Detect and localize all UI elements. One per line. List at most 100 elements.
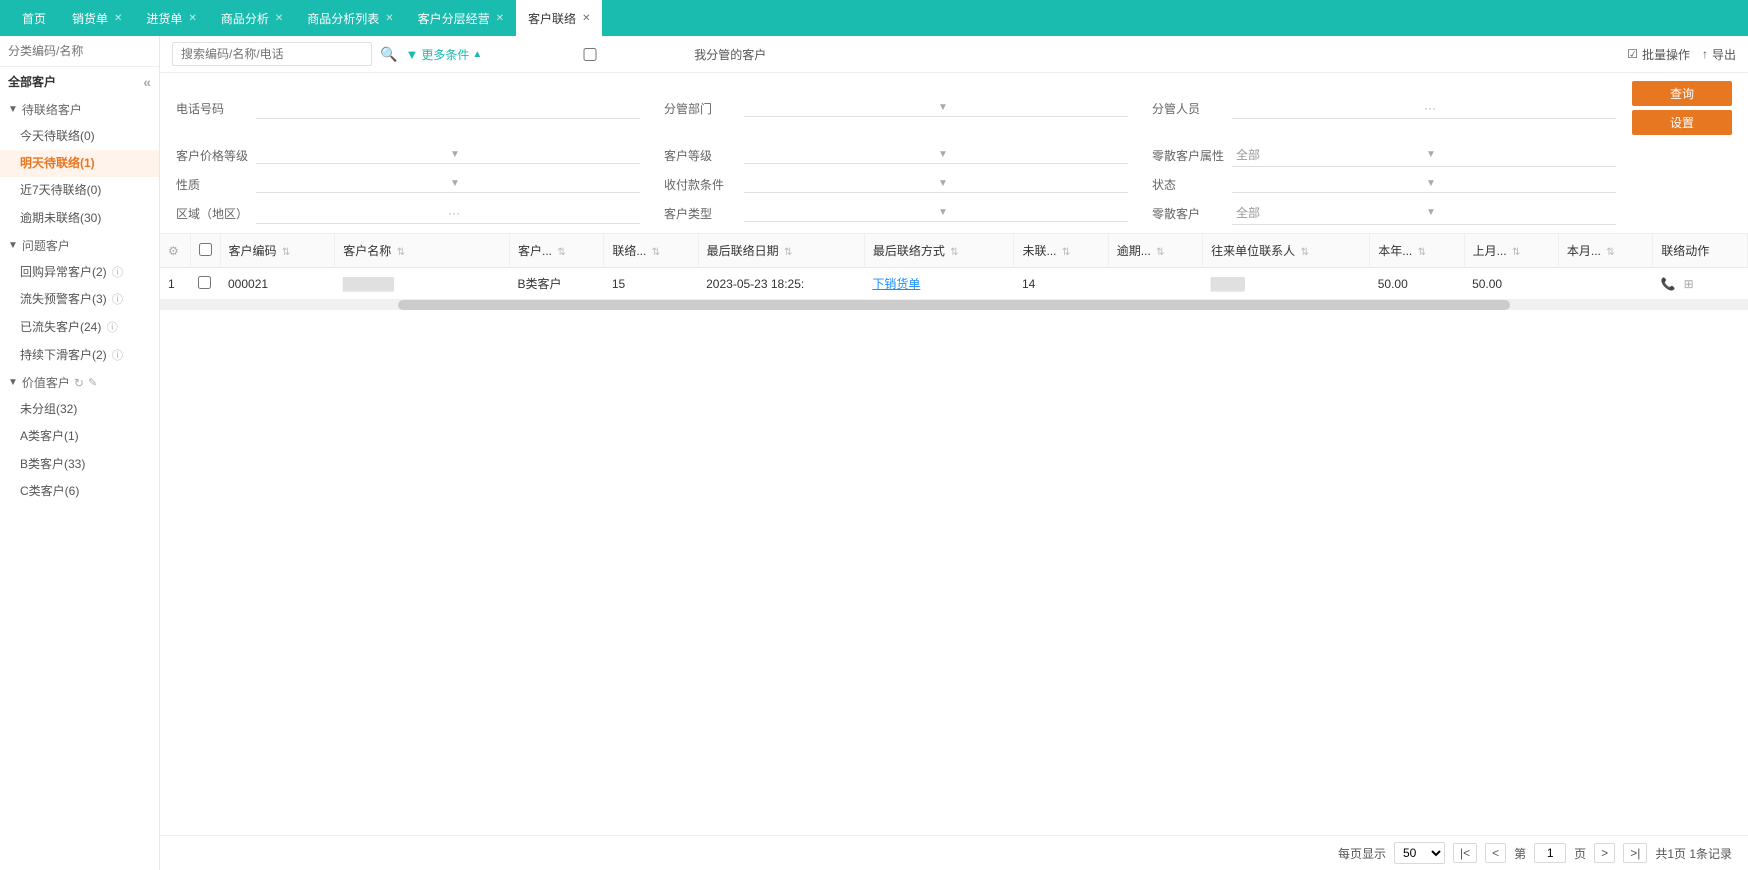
filter-payment-terms-select[interactable]: ▼ <box>744 175 1128 193</box>
col-this-year[interactable]: 本年... ⇅ <box>1370 234 1464 268</box>
col-uncontacted[interactable]: 未联... ⇅ <box>1014 234 1108 268</box>
filter-region-label: 区域（地区） <box>176 205 256 222</box>
close-icon[interactable]: ✕ <box>275 13 283 24</box>
per-page-label: 每页显示 <box>1338 845 1386 862</box>
sidebar-item-class-b[interactable]: B类客户(33) <box>0 451 159 478</box>
edit-icon[interactable]: ✎ <box>88 376 97 389</box>
group-pending-contact[interactable]: ▼ 待联络客户 <box>0 96 159 123</box>
filter-nature-select[interactable]: ▼ <box>256 175 640 193</box>
col-this-month[interactable]: 本月... ⇅ <box>1558 234 1652 268</box>
nav-customer-tier[interactable]: 客户分层经营 ✕ <box>406 0 516 36</box>
sidebar-item-overdue-contact[interactable]: 逾期未联络(30) <box>0 205 159 232</box>
filter-retail-customer-select[interactable]: 全部 ▼ <box>1232 201 1616 225</box>
cell-contact-person: ████ <box>1203 268 1370 300</box>
group-problem-customers[interactable]: ▼ 问题客户 <box>0 232 159 259</box>
chevron-down-icon: ▼ <box>450 149 636 160</box>
filter-icon: ▼ <box>405 47 418 62</box>
select-all-checkbox[interactable] <box>199 243 212 256</box>
col-contact-count[interactable]: 联络... ⇅ <box>604 234 698 268</box>
more-icon[interactable]: ··· <box>1424 101 1612 115</box>
filter-manager-select[interactable]: ··· <box>1232 98 1616 119</box>
close-icon[interactable]: ✕ <box>114 13 122 24</box>
cell-checkbox <box>190 268 220 300</box>
page-prev-button[interactable]: < <box>1485 843 1506 863</box>
sidebar-item-churned[interactable]: 已流失客户(24) ⓘ <box>0 314 159 342</box>
my-customers-checkbox[interactable] <box>490 48 690 61</box>
filter-phone-input[interactable] <box>256 98 640 119</box>
page-next-button[interactable]: > <box>1594 843 1615 863</box>
sidebar-item-class-c[interactable]: C类客户(6) <box>0 478 159 505</box>
nav-product-analysis[interactable]: 商品分析 ✕ <box>209 0 295 36</box>
export-button[interactable]: ↑ 导出 <box>1702 46 1736 63</box>
filter-status-select[interactable]: ▼ <box>1232 175 1616 193</box>
page-number-input[interactable] <box>1534 843 1566 863</box>
nav-purchase-order[interactable]: 进货单 ✕ <box>134 0 208 36</box>
my-customers-checkbox-label[interactable]: 我分管的客户 <box>490 46 766 63</box>
col-contact-person[interactable]: 往来单位联系人 ⇅ <box>1203 234 1370 268</box>
nav-sales-order[interactable]: 销货单 ✕ <box>60 0 134 36</box>
query-button[interactable]: 查询 <box>1632 81 1732 106</box>
refresh-icon[interactable]: ↻ <box>74 376 84 390</box>
all-customers-header[interactable]: 全部客户 « <box>0 67 159 96</box>
sidebar-item-declining[interactable]: 持续下滑客户(2) ⓘ <box>0 342 159 370</box>
row-checkbox[interactable] <box>198 276 211 289</box>
col-type[interactable]: 客户... ⇅ <box>510 234 604 268</box>
col-last-month[interactable]: 上月... ⇅ <box>1464 234 1558 268</box>
col-overdue[interactable]: 逾期... ⇅ <box>1108 234 1202 268</box>
sidebar-item-class-a[interactable]: A类客户(1) <box>0 423 159 450</box>
filter-retail-attr-label: 零散客户属性 <box>1152 147 1232 164</box>
col-name[interactable]: 客户名称 ⇅ <box>335 234 510 268</box>
table-footer: 每页显示 50 100 200 |< < 第 页 > >| 共1页 1条记录 <box>160 835 1748 870</box>
close-icon[interactable]: ✕ <box>582 13 590 24</box>
col-code[interactable]: 客户编码 ⇅ <box>220 234 335 268</box>
col-last-contact-date[interactable]: 最后联络日期 ⇅ <box>698 234 864 268</box>
close-icon[interactable]: ✕ <box>496 13 504 24</box>
search-input[interactable] <box>172 42 372 66</box>
filter-retail-attr-select[interactable]: 全部 ▼ <box>1232 143 1616 167</box>
per-page-select[interactable]: 50 100 200 <box>1394 842 1445 864</box>
sidebar-item-churn-warning[interactable]: 流失预警客户(3) ⓘ <box>0 286 159 314</box>
settings-button[interactable]: 设置 <box>1632 110 1732 135</box>
group-value-customers[interactable]: ▼ 价值客户 ↻ ✎ <box>0 369 159 396</box>
nav-home[interactable]: 首页 <box>8 0 60 36</box>
nav-product-analysis-list[interactable]: 商品分析列表 ✕ <box>295 0 405 36</box>
batch-op-button[interactable]: ☑ 批量操作 <box>1627 46 1690 63</box>
filter-customer-type-select[interactable]: ▼ <box>744 204 1128 222</box>
nav-customer-contact[interactable]: 客户联络 ✕ <box>516 0 602 36</box>
info-icon: ⓘ <box>107 322 118 334</box>
page-first-button[interactable]: |< <box>1453 843 1477 863</box>
cell-uncontacted: 14 <box>1014 268 1108 300</box>
phone-action-icon[interactable]: 📞 <box>1661 277 1676 291</box>
more-icon[interactable]: ··· <box>448 206 636 220</box>
more-filters-button[interactable]: ▼ 更多条件 ▲ <box>405 46 482 63</box>
filter-region-select[interactable]: ··· <box>256 203 640 224</box>
sidebar-search-input[interactable] <box>8 44 160 58</box>
sidebar-search-area: 🔍 <box>0 36 159 67</box>
filter-customer-level-select[interactable]: ▼ <box>744 146 1128 164</box>
close-icon[interactable]: ✕ <box>188 13 196 24</box>
settings-icon[interactable]: ⚙ <box>168 244 179 258</box>
customers-table: ⚙ 客户编码 ⇅ 客户名称 ⇅ <box>160 234 1748 300</box>
filter-manager-label: 分管人员 <box>1152 100 1232 117</box>
sidebar-item-7day-contact[interactable]: 近7天待联络(0) <box>0 177 159 204</box>
close-icon[interactable]: ✕ <box>385 13 393 24</box>
sidebar-item-today-contact[interactable]: 今天待联络(0) <box>0 123 159 150</box>
sidebar-item-tomorrow-contact[interactable]: 明天待联络(1) <box>0 150 159 177</box>
table-horizontal-scrollbar[interactable] <box>160 300 1748 310</box>
col-checkbox <box>190 234 220 268</box>
collapse-icon[interactable]: « <box>143 74 151 90</box>
table-wrapper: ⚙ 客户编码 ⇅ 客户名称 ⇅ <box>160 234 1748 835</box>
sidebar-item-repurchase-abnormal[interactable]: 回购异常客户(2) ⓘ <box>0 259 159 287</box>
info-icon: ⓘ <box>112 294 123 306</box>
last-contact-method-link[interactable]: 下销货单 <box>872 277 920 291</box>
scrollbar-thumb[interactable] <box>398 300 1510 310</box>
filter-price-level-select[interactable]: ▼ <box>256 146 640 164</box>
sidebar-item-ungrouped[interactable]: 未分组(32) <box>0 396 159 423</box>
col-last-contact-method[interactable]: 最后联络方式 ⇅ <box>864 234 1014 268</box>
col-action: 联络动作 <box>1653 234 1748 268</box>
filter-price-level-label: 客户价格等级 <box>176 147 256 164</box>
filter-dept-select[interactable]: ▼ <box>744 99 1128 117</box>
grid-action-icon[interactable]: ⊞ <box>1684 277 1694 291</box>
page-last-button[interactable]: >| <box>1623 843 1647 863</box>
search-button[interactable]: 🔍 <box>380 46 397 63</box>
